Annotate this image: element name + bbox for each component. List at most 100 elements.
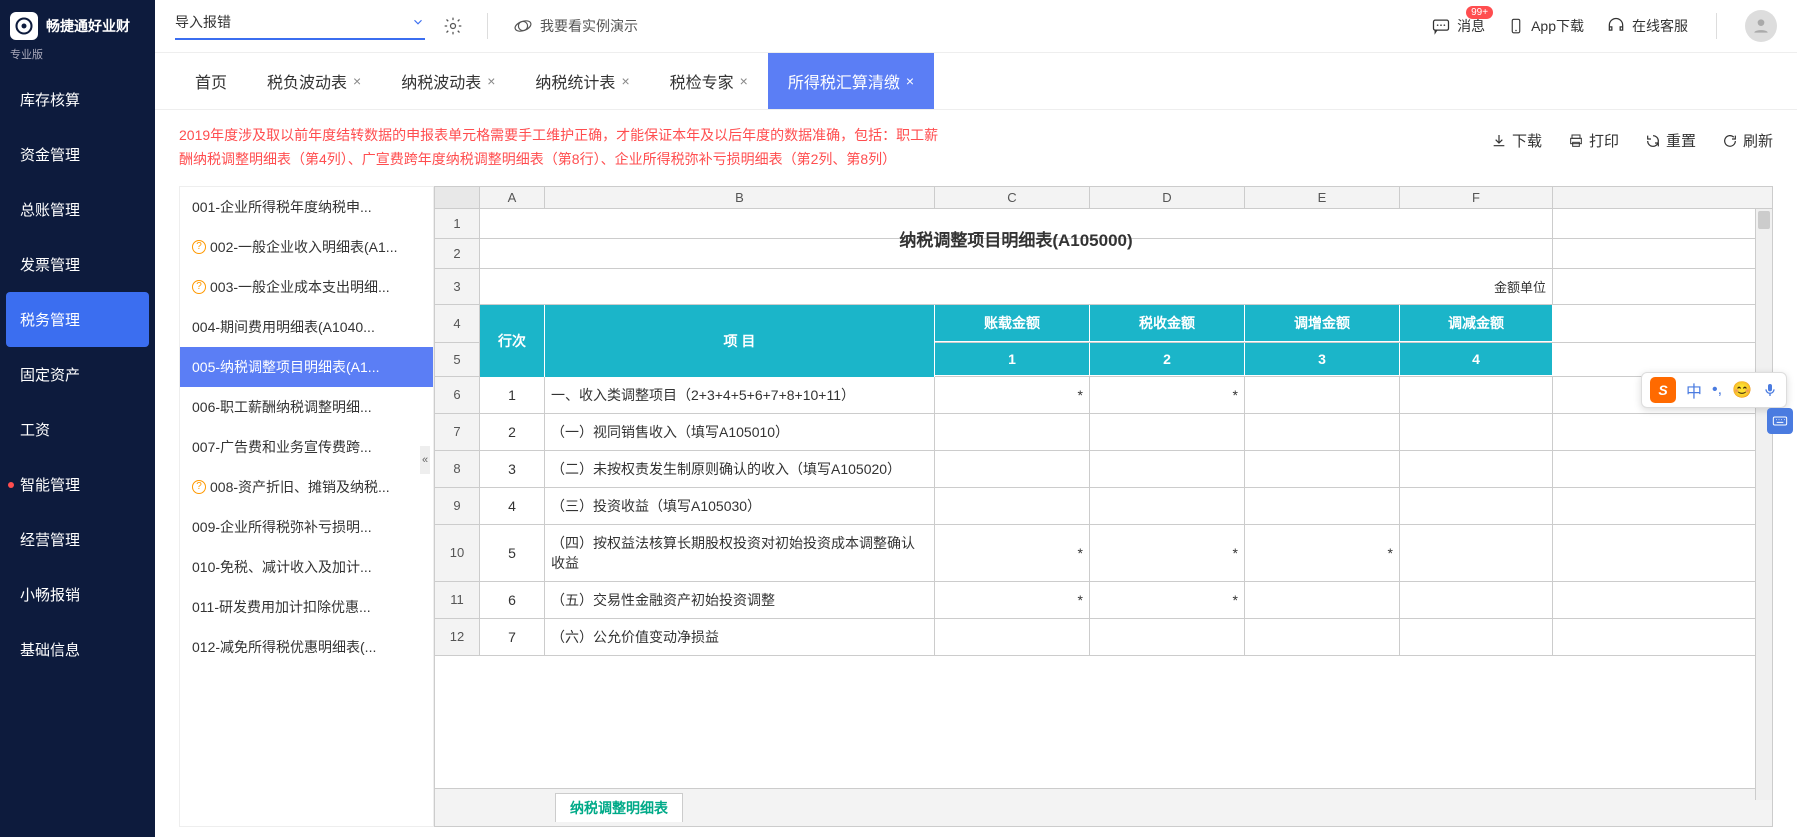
cell[interactable]: 调增金额: [1245, 305, 1400, 342]
cell[interactable]: 3: [480, 451, 545, 487]
avatar[interactable]: [1745, 10, 1777, 42]
cell[interactable]: 6: [480, 582, 545, 618]
cell[interactable]: [1245, 451, 1400, 487]
close-icon[interactable]: ×: [487, 73, 495, 89]
select-all-corner[interactable]: [435, 187, 480, 208]
cell[interactable]: [1245, 414, 1400, 450]
cell[interactable]: 项 目: [545, 305, 935, 377]
cell[interactable]: [1400, 582, 1553, 618]
ime-punct-icon[interactable]: •,: [1712, 381, 1722, 399]
form-list-item[interactable]: 011-研发费用加计扣除优惠...: [180, 587, 433, 627]
cell[interactable]: （六）公允价值变动净损益: [545, 619, 935, 655]
sidebar-item[interactable]: 库存核算: [0, 72, 155, 127]
tab[interactable]: 所得税汇算清缴×: [768, 53, 934, 109]
form-list-item[interactable]: 012-减免所得税优惠明细表(...: [180, 627, 433, 667]
sidebar-item[interactable]: 税务管理: [6, 292, 149, 347]
cell[interactable]: *: [935, 525, 1090, 581]
row-header[interactable]: 6: [435, 377, 480, 413]
cell[interactable]: *: [1245, 525, 1400, 581]
vertical-scrollbar[interactable]: [1755, 209, 1772, 800]
cell[interactable]: 1: [480, 377, 545, 413]
cell[interactable]: 金额单位: [480, 269, 1553, 304]
cell[interactable]: 4: [480, 488, 545, 524]
row-header[interactable]: 7: [435, 414, 480, 450]
cell[interactable]: *: [1090, 525, 1245, 581]
print-button[interactable]: 打印: [1568, 130, 1619, 151]
gear-icon[interactable]: [443, 16, 463, 36]
form-list-item[interactable]: 010-免税、减计收入及加计...: [180, 547, 433, 587]
cell[interactable]: [1090, 488, 1245, 524]
cell[interactable]: [1245, 619, 1400, 655]
messages-button[interactable]: 消息 99+: [1431, 16, 1485, 36]
sidebar-item[interactable]: 工资: [0, 402, 155, 457]
cell[interactable]: *: [1090, 582, 1245, 618]
sidebar-item[interactable]: 总账管理: [0, 182, 155, 237]
cell[interactable]: [935, 451, 1090, 487]
cell[interactable]: [1245, 582, 1400, 618]
sidebar-item[interactable]: 小畅报销: [0, 567, 155, 622]
col-header-F[interactable]: F: [1400, 187, 1553, 208]
row-header[interactable]: 5: [435, 343, 480, 376]
form-list-item[interactable]: 005-纳税调整项目明细表(A1...: [180, 347, 433, 387]
cell[interactable]: [1400, 525, 1553, 581]
col-header-A[interactable]: A: [480, 187, 545, 208]
row-header[interactable]: 2: [435, 239, 480, 268]
cell[interactable]: [1090, 451, 1245, 487]
import-dropdown[interactable]: 导入报错: [175, 12, 425, 40]
cell[interactable]: [1090, 414, 1245, 450]
cell[interactable]: [1090, 619, 1245, 655]
cell[interactable]: 5: [480, 525, 545, 581]
cell[interactable]: 7: [480, 619, 545, 655]
cell[interactable]: 1: [935, 343, 1090, 376]
row-header[interactable]: 1: [435, 209, 480, 238]
form-list-item[interactable]: 009-企业所得税弥补亏损明...: [180, 507, 433, 547]
row-header[interactable]: 10: [435, 525, 480, 581]
sidebar-item[interactable]: 资金管理: [0, 127, 155, 182]
cell[interactable]: （二）未按权责发生制原则确认的收入（填写A105020）: [545, 451, 935, 487]
col-header-B[interactable]: B: [545, 187, 935, 208]
cell[interactable]: 行次: [480, 305, 545, 377]
cell[interactable]: （三）投资收益（填写A105030）: [545, 488, 935, 524]
form-list-item[interactable]: 006-职工薪酬纳税调整明细...: [180, 387, 433, 427]
row-header[interactable]: 12: [435, 619, 480, 655]
cell[interactable]: [935, 414, 1090, 450]
help-icon[interactable]: ?: [192, 280, 206, 294]
cell[interactable]: *: [1090, 377, 1245, 413]
form-list-item[interactable]: 004-期间费用明细表(A1040...: [180, 307, 433, 347]
ime-lang[interactable]: 中: [1686, 378, 1702, 402]
ime-keyboard-icon[interactable]: [1767, 408, 1793, 434]
sheet-tab[interactable]: 纳税调整明细表: [555, 793, 683, 822]
cell[interactable]: [1400, 377, 1553, 413]
form-list-item[interactable]: 007-广告费和业务宣传费跨...: [180, 427, 433, 467]
row-header[interactable]: 3: [435, 269, 480, 304]
cell[interactable]: （四）按权益法核算长期股权投资对初始投资成本调整确认收益: [545, 525, 935, 581]
cell[interactable]: [1400, 619, 1553, 655]
cell[interactable]: [1400, 451, 1553, 487]
ime-toolbar[interactable]: S 中 •, 😊: [1641, 372, 1787, 408]
tab[interactable]: 纳税波动表×: [381, 53, 515, 109]
form-list-item[interactable]: 001-企业所得税年度纳税申...: [180, 187, 433, 227]
tab[interactable]: 首页: [175, 53, 247, 109]
close-icon[interactable]: ×: [906, 73, 914, 89]
cell[interactable]: 调减金额: [1400, 305, 1553, 342]
demo-link[interactable]: 我要看实例演示: [512, 15, 638, 37]
close-icon[interactable]: ×: [621, 73, 629, 89]
sidebar-item[interactable]: 固定资产: [0, 347, 155, 402]
row-header[interactable]: 4: [435, 305, 480, 342]
close-icon[interactable]: ×: [353, 73, 361, 89]
cell[interactable]: 纳税调整项目明细表(A105000): [480, 209, 1553, 269]
sidebar-item[interactable]: 经营管理: [0, 512, 155, 567]
cell[interactable]: 账载金额: [935, 305, 1090, 342]
form-list-item[interactable]: ?003-一般企业成本支出明细...: [180, 267, 433, 307]
collapse-handle[interactable]: «: [420, 446, 430, 474]
cell[interactable]: [935, 488, 1090, 524]
refresh-button[interactable]: 刷新: [1722, 130, 1773, 151]
form-list-item[interactable]: ?008-资产折旧、摊销及纳税...: [180, 467, 433, 507]
row-header[interactable]: 9: [435, 488, 480, 524]
download-button[interactable]: 下载: [1491, 130, 1542, 151]
app-download-button[interactable]: App下载: [1507, 16, 1584, 36]
col-header-D[interactable]: D: [1090, 187, 1245, 208]
cell[interactable]: [1245, 488, 1400, 524]
row-header[interactable]: 11: [435, 582, 480, 618]
ime-emoji-icon[interactable]: 😊: [1732, 380, 1752, 400]
